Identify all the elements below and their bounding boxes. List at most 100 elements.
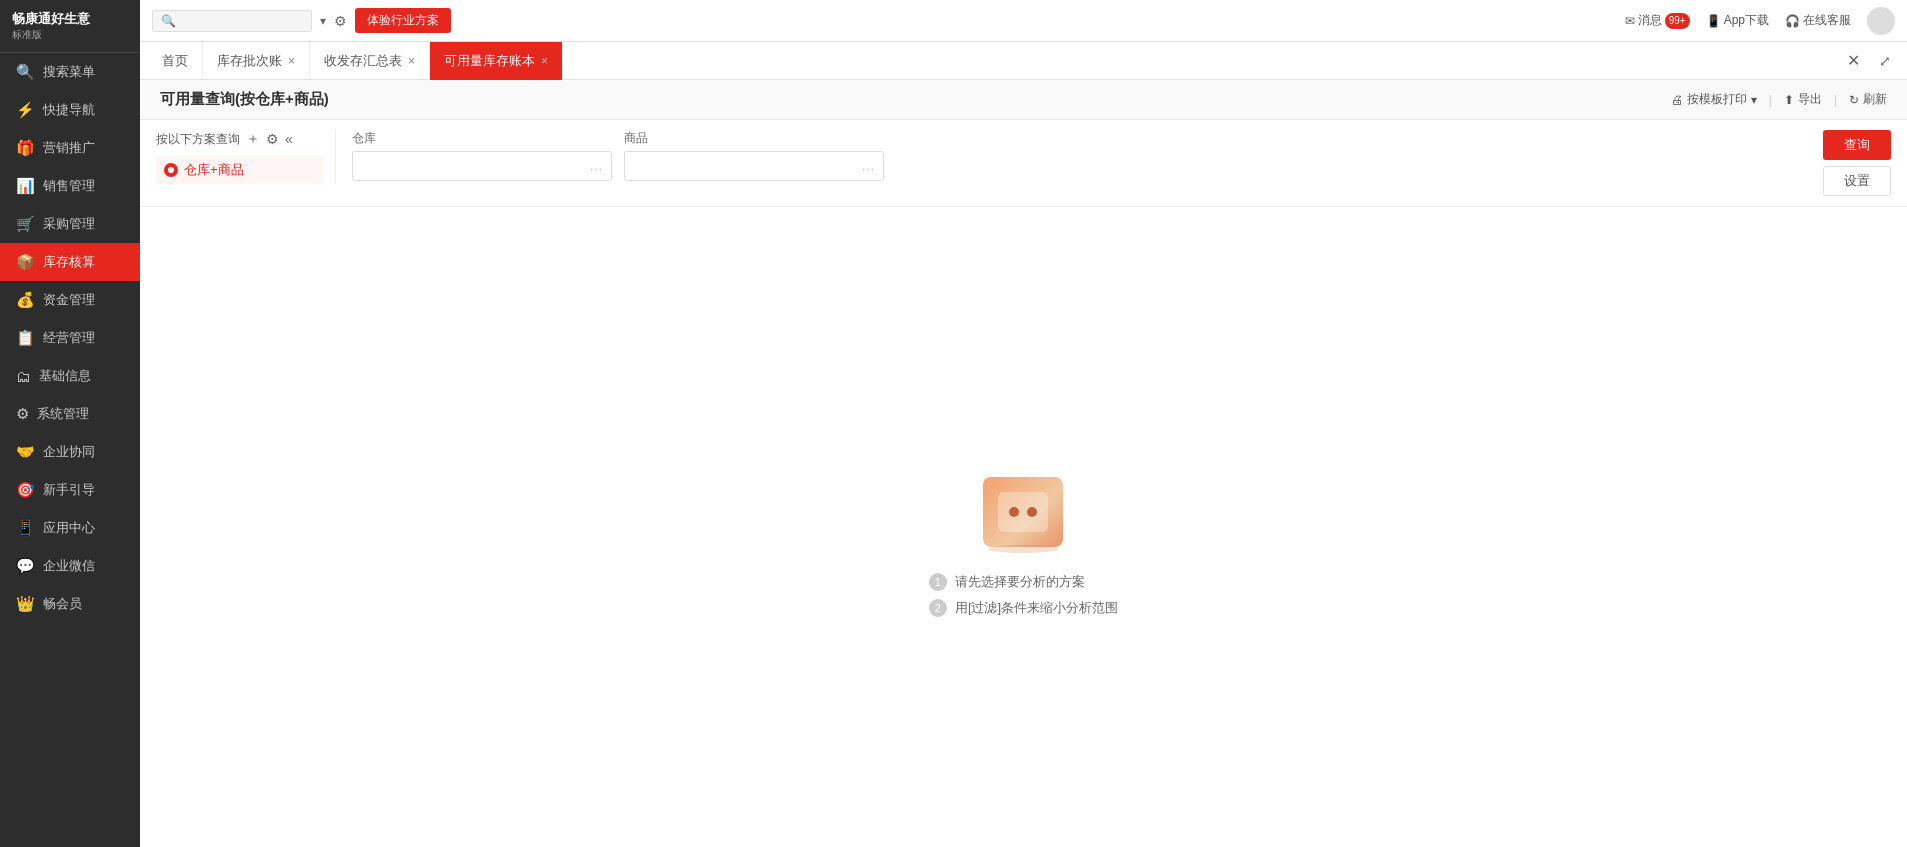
search-input[interactable] bbox=[180, 14, 290, 28]
scheme-dot-inner bbox=[168, 167, 174, 173]
scheme-dot bbox=[164, 163, 178, 177]
collapse-scheme-icon[interactable]: « bbox=[285, 131, 293, 147]
main-area: 🔍 ▾ ⚙ 体验行业方案 ✉ 消息 99+ 📱 App下载 🎧 在线客服 bbox=[140, 0, 1907, 847]
warehouse-dots: ... bbox=[590, 159, 603, 173]
product-dots: ... bbox=[862, 159, 875, 173]
export-action[interactable]: ⬆ 导出 bbox=[1784, 91, 1822, 108]
sidebar-item-icon-6: 💰 bbox=[16, 291, 35, 309]
filter-scheme-panel: 按以下方案查询 ＋ ⚙ « 仓库+商品 bbox=[156, 130, 336, 184]
avatar[interactable] bbox=[1867, 7, 1895, 35]
sidebar-item-11[interactable]: 🎯新手引导 bbox=[0, 471, 140, 509]
tabbar: 首页库存批次账× 收发存汇总表 × 可用量库存账本 × ✕ ⤢ bbox=[140, 42, 1907, 80]
sidebar-item-icon-11: 🎯 bbox=[16, 481, 35, 499]
filter-scheme-header: 按以下方案查询 ＋ ⚙ « bbox=[156, 130, 323, 148]
tab-close-3[interactable]: × bbox=[541, 54, 548, 68]
robot-illustration bbox=[983, 477, 1063, 547]
settings-scheme-icon[interactable]: ⚙ bbox=[266, 131, 279, 147]
hint-text-1: 请先选择要分析的方案 bbox=[955, 573, 1085, 591]
export-icon: ⬆ bbox=[1784, 93, 1794, 107]
sidebar-item-label-2: 营销推广 bbox=[43, 139, 95, 157]
refresh-action[interactable]: ↻ 刷新 bbox=[1849, 91, 1887, 108]
message-label: 消息 bbox=[1638, 12, 1662, 29]
sidebar-item-label-8: 基础信息 bbox=[39, 367, 91, 385]
hint-num-2: 2 bbox=[929, 599, 947, 617]
filter-scheme-label: 按以下方案查询 bbox=[156, 131, 240, 148]
service-icon: 🎧 bbox=[1785, 14, 1800, 28]
scheme-item-label: 仓库+商品 bbox=[184, 161, 244, 179]
sidebar-item-icon-1: ⚡ bbox=[16, 101, 35, 119]
sidebar-item-icon-9: ⚙ bbox=[16, 405, 29, 423]
app-download-item[interactable]: 📱 App下载 bbox=[1706, 12, 1769, 29]
page-actions: 🖨 按模板打印 ▾ | ⬆ 导出 | ↻ 刷新 bbox=[1671, 91, 1887, 108]
sidebar-item-2[interactable]: 🎁 营销推广 bbox=[0, 129, 140, 167]
sidebar-item-label-1: 快捷导航 bbox=[43, 101, 95, 119]
sidebar-item-label-3: 销售管理 bbox=[43, 177, 95, 195]
tabbar-actions: ✕ ⤢ bbox=[1839, 47, 1899, 75]
sidebar-item-icon-14: 👑 bbox=[16, 595, 35, 613]
filter-bar: 按以下方案查询 ＋ ⚙ « 仓库+商品 仓库 ... 商品 bbox=[140, 120, 1907, 207]
sidebar-item-1[interactable]: ⚡ 快捷导航 bbox=[0, 91, 140, 129]
tab-item-3[interactable]: 可用量库存账本 × bbox=[430, 42, 563, 80]
tab-close-2[interactable]: × bbox=[408, 54, 415, 68]
sidebar-item-13[interactable]: 💬企业微信 bbox=[0, 547, 140, 585]
tab-item-1[interactable]: 库存批次账× bbox=[203, 42, 310, 80]
sidebar-item-4[interactable]: 🛒采购管理 bbox=[0, 205, 140, 243]
robot-eye-right bbox=[1027, 507, 1037, 517]
warehouse-input[interactable]: ... bbox=[352, 151, 612, 181]
page-title: 可用量查询(按仓库+商品) bbox=[160, 90, 329, 109]
search-box[interactable]: 🔍 bbox=[152, 10, 312, 32]
print-dropdown-icon: ▾ bbox=[1751, 93, 1757, 107]
sidebar-logo: 畅康通好生意 标准版 bbox=[0, 0, 140, 53]
app-version: 标准版 bbox=[12, 28, 128, 42]
separator-2: | bbox=[1834, 93, 1837, 107]
sidebar-item-icon-13: 💬 bbox=[16, 557, 35, 575]
sidebar-item-8[interactable]: 🗂基础信息 bbox=[0, 357, 140, 395]
page-header: 可用量查询(按仓库+商品) 🖨 按模板打印 ▾ | ⬆ 导出 | ↻ 刷新 bbox=[140, 80, 1907, 120]
sidebar-item-label-4: 采购管理 bbox=[43, 215, 95, 233]
sidebar-item-label-6: 资金管理 bbox=[43, 291, 95, 309]
sidebar-item-label-9: 系统管理 bbox=[37, 405, 89, 423]
content-area: 1 请先选择要分析的方案 2 用[过滤]条件来缩小分析范围 bbox=[140, 207, 1907, 847]
sidebar-item-12[interactable]: 📱应用中心 bbox=[0, 509, 140, 547]
online-service-item[interactable]: 🎧 在线客服 bbox=[1785, 12, 1851, 29]
topbar-gear[interactable]: ⚙ bbox=[334, 13, 347, 29]
sidebar-item-9[interactable]: ⚙ 系统管理 bbox=[0, 395, 140, 433]
expand-tab-button[interactable]: ⤢ bbox=[1871, 47, 1899, 75]
sidebar-item-label-7: 经营管理 bbox=[43, 329, 95, 347]
add-scheme-icon[interactable]: ＋ bbox=[246, 130, 260, 148]
tab-item-0[interactable]: 首页 bbox=[148, 42, 203, 80]
close-all-tab-button[interactable]: ✕ bbox=[1839, 47, 1867, 75]
settings-button[interactable]: 设置 bbox=[1823, 166, 1891, 196]
robot-face bbox=[998, 492, 1048, 532]
print-action[interactable]: 🖨 按模板打印 ▾ bbox=[1671, 91, 1757, 108]
scheme-item[interactable]: 仓库+商品 bbox=[156, 156, 323, 184]
sidebar-item-label-10: 企业协同 bbox=[43, 443, 95, 461]
sidebar-item-0[interactable]: 🔍搜索菜单 bbox=[0, 53, 140, 91]
message-item[interactable]: ✉ 消息 99+ bbox=[1625, 12, 1690, 29]
sidebar-item-5[interactable]: 📦库存核算 bbox=[0, 243, 140, 281]
hint-row-2: 2 用[过滤]条件来缩小分析范围 bbox=[929, 599, 1118, 617]
online-service-label: 在线客服 bbox=[1803, 12, 1851, 29]
tab-close-1[interactable]: × bbox=[288, 54, 295, 68]
sidebar-item-10[interactable]: 🤝企业协同 bbox=[0, 433, 140, 471]
hint-text-2: 用[过滤]条件来缩小分析范围 bbox=[955, 599, 1118, 617]
tab-label-2: 收发存汇总表 bbox=[324, 52, 402, 70]
sidebar-item-14[interactable]: 👑畅会员 bbox=[0, 585, 140, 623]
sidebar-item-3[interactable]: 📊销售管理 bbox=[0, 167, 140, 205]
sidebar-item-label-5: 库存核算 bbox=[43, 253, 95, 271]
sidebar-scroll: 🔍搜索菜单 ⚡ 快捷导航 🎁 营销推广 📊销售管理🛒采购管理📦库存核算 💰 资金管理 📋经营管理… bbox=[0, 53, 140, 847]
tab-label-3: 可用量库存账本 bbox=[444, 52, 535, 70]
tab-item-2[interactable]: 收发存汇总表 × bbox=[310, 42, 430, 80]
topbar-right: ✉ 消息 99+ 📱 App下载 🎧 在线客服 bbox=[1625, 7, 1895, 35]
filter-actions: 查询 设置 bbox=[1811, 130, 1891, 196]
trial-button[interactable]: 体验行业方案 bbox=[355, 8, 451, 33]
sidebar-item-6[interactable]: 💰 资金管理 bbox=[0, 281, 140, 319]
product-label: 商品 bbox=[624, 130, 884, 147]
sidebar-item-icon-2: 🎁 bbox=[16, 139, 35, 157]
topbar-dropdown[interactable]: ▾ bbox=[320, 14, 326, 28]
sidebar-item-7[interactable]: 📋经营管理 bbox=[0, 319, 140, 357]
hint-num-1: 1 bbox=[929, 573, 947, 591]
message-icon: ✉ bbox=[1625, 14, 1635, 28]
product-input[interactable]: ... bbox=[624, 151, 884, 181]
query-button[interactable]: 查询 bbox=[1823, 130, 1891, 160]
